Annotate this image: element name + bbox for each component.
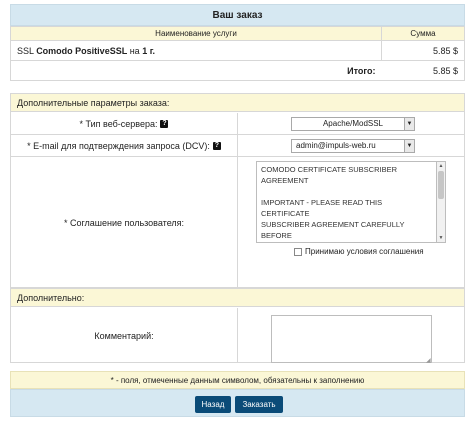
order-header-row: Наименование услуги Сумма [10,26,465,41]
server-label: * Тип веб-сервера: ? [11,113,238,134]
comment-label: Комментарий: [11,308,238,363]
extra-heading: Дополнительно: [11,289,464,307]
chevron-down-icon[interactable]: ▼ [404,118,414,130]
server-field: Apache/ModSSL ▼ [239,113,464,134]
scroll-down-icon[interactable]: ▼ [437,234,445,242]
scroll-thumb[interactable] [438,171,444,199]
item-prefix: SSL [17,45,37,56]
agreement-scrollbar[interactable]: ▲ ▼ [437,161,446,243]
order-title: Ваш заказ [10,4,465,26]
agreement-row: * Соглашение пользователя: COMODO CERTIF… [11,157,464,288]
total-label: Итого: [10,60,382,81]
email-label: * E-mail для подтверждения запроса (DCV)… [11,135,238,156]
dcv-email-select[interactable]: admin@impuls-web.ru ▼ [291,139,415,153]
email-label-text: * E-mail для подтверждения запроса (DCV)… [27,140,210,151]
order-total-row: Итого: 5.85 $ [10,60,465,81]
total-label-text: Итого: [347,65,376,76]
back-button[interactable]: Назад [195,396,231,413]
checkbox-icon[interactable] [294,247,302,256]
action-bar: Назад Заказать [10,389,465,417]
accept-terms-label: Принимаю условия соглашения [305,247,424,256]
agreement-label: * Соглашение пользователя: [11,157,238,288]
help-icon[interactable]: ? [160,119,169,128]
dcv-email-value: admin@impuls-web.ru [296,141,376,150]
email-field: admin@impuls-web.ru ▼ [239,135,464,156]
order-table: Наименование услуги Сумма SSL Comodo Pos… [10,26,465,81]
required-fields-note: * - поля, отмеченные данным символом, об… [10,371,465,389]
agreement-textbox[interactable]: COMODO CERTIFICATE SUBSCRIBER AGREEMENT … [256,161,437,243]
order-item-name: SSL Comodo PositiveSSL на 1 г. [10,40,382,61]
order-button[interactable]: Заказать [235,396,283,413]
params-section: Дополнительные параметры заказа: * Тип в… [10,93,465,288]
server-type-select[interactable]: Apache/ModSSL ▼ [291,117,415,131]
params-heading: Дополнительные параметры заказа: [11,94,464,112]
help-icon[interactable]: ? [212,141,221,150]
accept-terms-checkbox[interactable]: Принимаю условия соглашения [294,247,424,256]
scroll-up-icon[interactable]: ▲ [437,162,445,170]
col-service-header: Наименование услуги [10,26,382,41]
resize-handle-icon[interactable]: ◢ [426,357,431,364]
item-product: Comodo PositiveSSL [36,45,128,56]
server-row: * Тип веб-сервера: ? Apache/ModSSL ▼ [11,113,464,135]
server-type-value: Apache/ModSSL [322,119,384,128]
chevron-down-icon[interactable]: ▼ [404,140,414,152]
comment-input[interactable] [271,315,432,363]
extra-section: Дополнительно: Комментарий: ◢ [10,288,465,364]
item-mid: на [127,45,143,56]
agreement-field: COMODO CERTIFICATE SUBSCRIBER AGREEMENT … [239,157,464,288]
item-period: 1 г. [142,45,156,56]
server-label-text: * Тип веб-сервера: [79,118,158,129]
comment-row: Комментарий: ◢ [11,308,464,364]
email-row: * E-mail для подтверждения запроса (DCV)… [11,135,464,157]
col-sum-header: Сумма [381,26,465,41]
order-item-row: SSL Comodo PositiveSSL на 1 г. 5.85 $ [10,40,465,61]
order-item-price: 5.85 $ [381,40,465,61]
comment-field: ◢ [239,308,464,364]
total-value: 5.85 $ [381,60,465,81]
